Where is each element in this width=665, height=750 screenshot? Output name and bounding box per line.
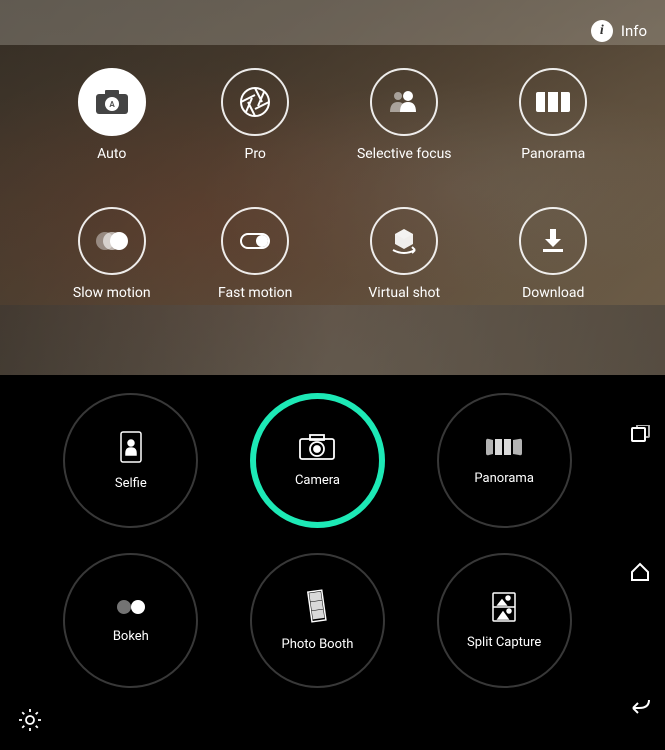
mode-label: Fast motion: [218, 285, 292, 301]
gear-icon: [16, 706, 44, 734]
camera-modes-top-panel: i Info A Auto Pro: [0, 0, 665, 375]
fast-motion-icon: [221, 207, 289, 275]
camera-auto-icon: A: [78, 68, 146, 136]
mode-virtual-shot[interactable]: Virtual shot: [368, 207, 440, 301]
panorama-wide-icon: [483, 435, 525, 459]
camera-icon: [297, 433, 337, 461]
mode-label: Virtual shot: [368, 285, 440, 301]
top-mode-grid: A Auto Pro: [0, 68, 665, 301]
mode-selfie[interactable]: Selfie: [63, 393, 198, 528]
mode-panorama-bottom[interactable]: Panorama: [437, 393, 572, 528]
mode-slow-motion[interactable]: Slow motion: [73, 207, 151, 301]
mode-camera[interactable]: Camera: [250, 393, 385, 528]
mode-label: Split Capture: [467, 635, 541, 650]
mode-photo-booth[interactable]: Photo Booth: [250, 553, 385, 688]
home-button[interactable]: [629, 561, 653, 585]
mode-pro[interactable]: Pro: [221, 68, 289, 162]
mode-auto[interactable]: A Auto: [78, 68, 146, 162]
bokeh-icon: [114, 597, 148, 617]
mode-label: Camera: [295, 473, 340, 488]
mode-bokeh[interactable]: Bokeh: [63, 553, 198, 688]
back-button[interactable]: [629, 696, 653, 720]
virtual-shot-icon: [370, 207, 438, 275]
panorama-icon: [519, 68, 587, 136]
mode-label: Selective focus: [357, 146, 452, 162]
mode-panorama[interactable]: Panorama: [519, 68, 587, 162]
mode-label: Panorama: [521, 146, 585, 162]
android-nav-bar: [629, 425, 653, 720]
slow-motion-icon: [78, 207, 146, 275]
mode-download[interactable]: Download: [519, 207, 587, 301]
selective-focus-icon: [370, 68, 438, 136]
mode-label: Slow motion: [73, 285, 151, 301]
mode-label: Download: [522, 285, 584, 301]
mode-label: Selfie: [115, 476, 147, 491]
mode-label: Panorama: [474, 471, 534, 486]
bottom-mode-grid: Selfie Camera Panorama: [55, 393, 580, 688]
recent-apps-button[interactable]: [629, 425, 653, 449]
split-capture-icon: [490, 591, 518, 623]
mode-split-capture[interactable]: Split Capture: [437, 553, 572, 688]
mode-fast-motion[interactable]: Fast motion: [218, 207, 292, 301]
aperture-icon: [221, 68, 289, 136]
mode-label: Photo Booth: [282, 637, 354, 652]
selfie-icon: [118, 430, 144, 464]
download-icon: [519, 207, 587, 275]
mode-label: Auto: [97, 146, 126, 162]
info-label: Info: [621, 22, 647, 40]
mode-selective-focus[interactable]: Selective focus: [357, 68, 452, 162]
info-button[interactable]: i Info: [591, 20, 647, 42]
photo-booth-icon: [302, 589, 332, 625]
mode-label: Pro: [244, 146, 265, 162]
mode-label: Bokeh: [113, 629, 149, 644]
camera-modes-bottom-panel: Selfie Camera Panorama: [0, 375, 665, 750]
settings-button[interactable]: [16, 706, 44, 734]
svg-text:A: A: [109, 100, 115, 109]
info-icon: i: [591, 20, 613, 42]
